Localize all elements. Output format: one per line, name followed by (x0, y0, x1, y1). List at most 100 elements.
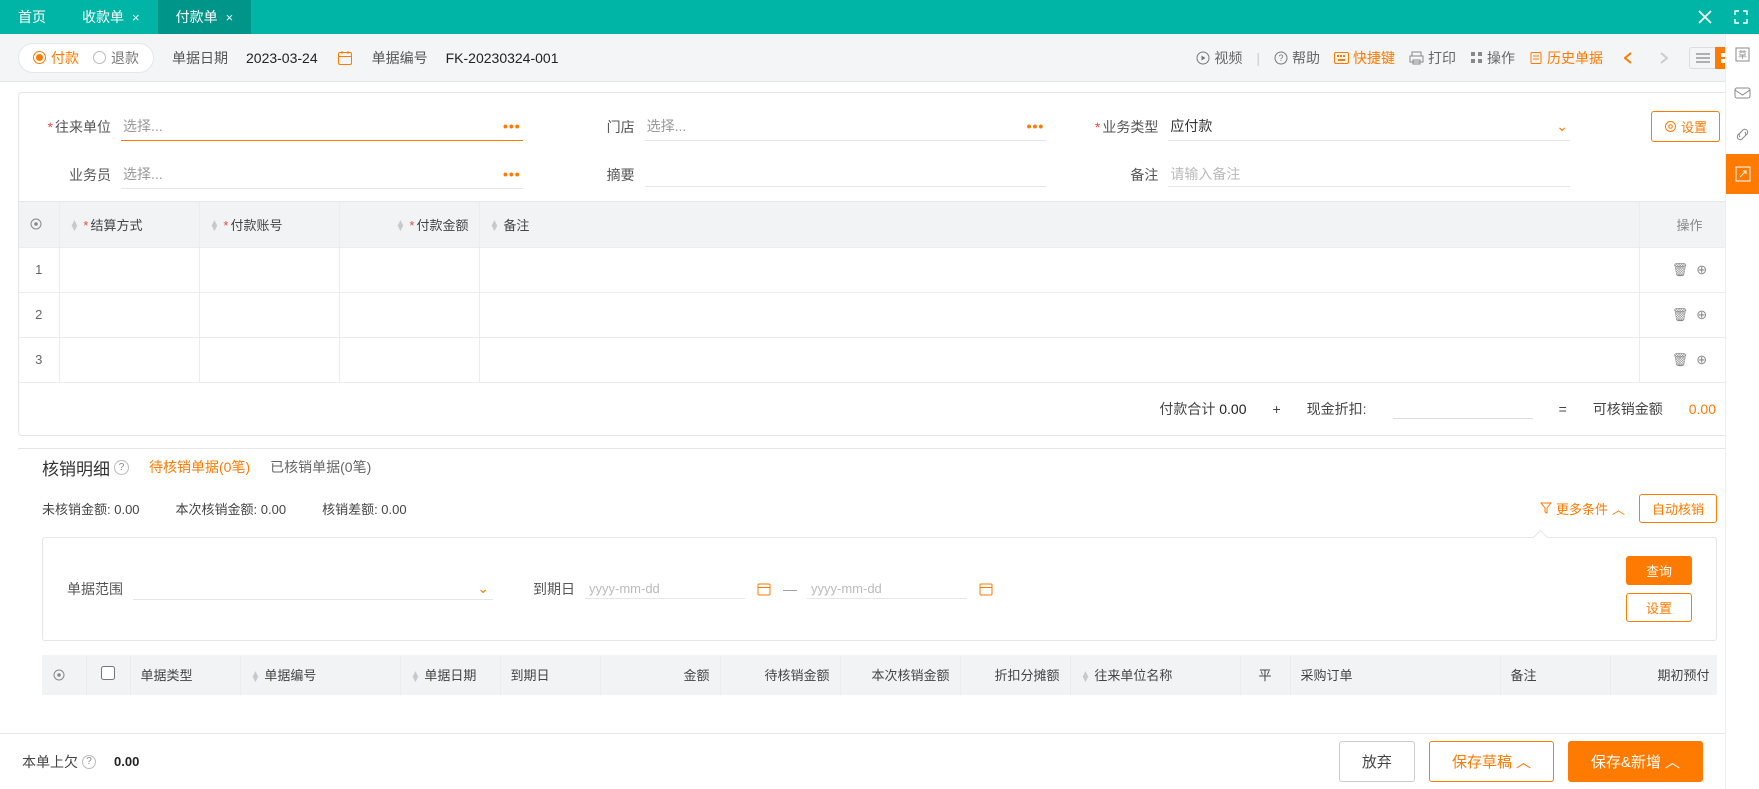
col-remark[interactable]: ▲▼备注 (479, 202, 1640, 247)
col-amount[interactable]: ▲▼*付款金额 (339, 202, 479, 247)
help-icon[interactable]: ? (114, 460, 129, 475)
salesman-input[interactable]: 选择...••• (121, 160, 523, 189)
store-input[interactable]: 选择...••• (645, 112, 1047, 141)
add-row-icon[interactable]: ⊕ (1696, 262, 1707, 277)
owe-value: 0.00 (114, 754, 139, 769)
delete-row-icon[interactable]: 🗑 (1672, 262, 1689, 277)
radio-refund[interactable]: 退款 (93, 48, 139, 68)
salesman-label: 业务员 (69, 167, 111, 183)
col-partner[interactable]: ▲▼往来单位名称 (1070, 655, 1240, 695)
close-all-button[interactable] (1687, 0, 1723, 34)
partner-input[interactable]: 选择...••• (121, 112, 523, 141)
pending-tab[interactable]: 待核销单据(0笔) (149, 457, 250, 477)
chevron-up-icon: ︿ (1612, 499, 1625, 518)
history-label: 历史单据 (1547, 48, 1603, 68)
print-link[interactable]: 打印 (1409, 48, 1456, 68)
remark-input[interactable] (1168, 162, 1570, 187)
duedate-label: 到期日 (533, 579, 575, 599)
discard-button[interactable]: 放弃 (1339, 741, 1415, 782)
owe-label: 本单上欠 (22, 752, 78, 772)
col-remark[interactable]: 备注 (1500, 655, 1610, 695)
col-doctype[interactable]: 单据类型 (130, 655, 240, 695)
col-this-amt[interactable]: 本次核销金额 (840, 655, 960, 695)
close-icon[interactable]: × (226, 10, 234, 25)
biztype-field: *业务类型 应付款⌄ (1086, 112, 1570, 141)
tab-receipts[interactable]: 收款单× (64, 0, 158, 34)
radio-payment[interactable]: 付款 (33, 48, 79, 68)
select-all-header[interactable] (86, 655, 130, 695)
prev-doc-button[interactable] (1617, 47, 1639, 69)
filter-settings-button[interactable]: 设置 (1626, 593, 1692, 622)
toolbar: 付款 退款 单据日期 2023-03-24 单据编号 FK-20230324-0… (0, 34, 1759, 82)
operate-link[interactable]: 操作 (1470, 48, 1515, 68)
payment-lines-table: ▲▼*结算方式 ▲▼*付款账号 ▲▼*付款金额 ▲▼备注 操作 1🗑⊕ 2🗑⊕ … (19, 201, 1740, 383)
biztype-select[interactable]: 应付款⌄ (1168, 112, 1570, 141)
calendar-icon[interactable] (755, 580, 773, 598)
col-discount[interactable]: 折扣分摊额 (960, 655, 1070, 695)
doc-no-label: 单据编号 (372, 48, 428, 68)
table-row[interactable]: 1🗑⊕ (19, 247, 1740, 292)
col-docno[interactable]: ▲▼单据编号 (240, 655, 400, 695)
tab-home[interactable]: 首页 (0, 0, 64, 34)
help-icon[interactable]: ? (82, 755, 96, 769)
col-pending-amt[interactable]: 待核销金额 (720, 655, 840, 695)
cash-discount-label: 现金折扣: (1307, 399, 1367, 419)
writeoff-section: 核销明细? 待核销单据(0笔) 已核销单据(0笔) 未核销金额: 0.00 本次… (18, 448, 1741, 695)
done-tab[interactable]: 已核销单据(0笔) (270, 457, 371, 477)
video-label: 视频 (1214, 48, 1242, 68)
add-row-icon[interactable]: ⊕ (1696, 307, 1707, 322)
col-po[interactable]: 采购订单 (1290, 655, 1500, 695)
select-all-checkbox[interactable] (101, 666, 115, 680)
tab-payments[interactable]: 付款单× (158, 0, 252, 34)
rail-draft-icon[interactable]: 草 (1726, 34, 1759, 74)
calendar-icon[interactable] (977, 580, 995, 598)
range-select[interactable]: ⌄ (133, 578, 493, 600)
rail-message-icon[interactable] (1726, 74, 1759, 114)
settings-button[interactable]: 设置 (1651, 111, 1720, 142)
table-settings-header[interactable] (19, 202, 59, 247)
doc-date-value[interactable]: 2023-03-24 (246, 50, 318, 66)
delete-row-icon[interactable]: 🗑 (1672, 352, 1689, 367)
shortcut-label: 快捷键 (1353, 48, 1395, 68)
view-list-button[interactable] (1689, 47, 1715, 69)
col-duedate[interactable]: 到期日 (500, 655, 600, 695)
col-amount[interactable]: 金额 (600, 655, 720, 695)
save-draft-button[interactable]: 保存草稿︿ (1429, 741, 1554, 782)
add-row-icon[interactable]: ⊕ (1696, 352, 1707, 367)
col-docdate[interactable]: ▲▼单据日期 (400, 655, 500, 695)
more-conditions-link[interactable]: 更多条件︿ (1540, 499, 1625, 518)
summary-label: 摘要 (607, 167, 635, 183)
summary-input[interactable] (645, 162, 1047, 187)
col-prepaid[interactable]: 期初预付 (1610, 655, 1717, 695)
calendar-icon[interactable] (336, 49, 354, 67)
rail-expand-icon[interactable] (1726, 154, 1759, 194)
auto-writeoff-button[interactable]: 自动核销 (1639, 494, 1717, 523)
delete-row-icon[interactable]: 🗑 (1672, 307, 1689, 322)
salesman-field: 业务员 选择...••• (39, 160, 523, 189)
table-settings-header[interactable] (42, 655, 86, 695)
fullscreen-button[interactable] (1723, 0, 1759, 34)
history-link[interactable]: 历史单据 (1529, 48, 1603, 68)
close-icon[interactable]: × (132, 10, 140, 25)
col-account[interactable]: ▲▼*付款账号 (199, 202, 339, 247)
writable-label: 可核销金额 (1593, 399, 1663, 419)
store-label: 门店 (607, 119, 635, 135)
due-start-input[interactable] (585, 579, 745, 599)
pay-refund-toggle: 付款 退款 (18, 43, 154, 73)
rail-link-icon[interactable] (1726, 114, 1759, 154)
video-link[interactable]: 视频 (1196, 48, 1242, 68)
store-field: 门店 选择...••• (563, 112, 1047, 141)
col-settle[interactable]: ▲▼*结算方式 (59, 202, 199, 247)
chevron-down-icon: ⌄ (477, 580, 489, 597)
cash-discount-input[interactable] (1393, 399, 1533, 419)
table-row[interactable]: 3🗑⊕ (19, 337, 1740, 382)
table-row[interactable]: 2🗑⊕ (19, 292, 1740, 337)
shortcut-link[interactable]: 快捷键 (1334, 48, 1395, 68)
next-doc-button[interactable] (1653, 47, 1675, 69)
more-icon: ••• (503, 118, 521, 134)
help-link[interactable]: ?帮助 (1274, 48, 1320, 68)
due-end-input[interactable] (807, 579, 967, 599)
col-ping[interactable]: 平 (1240, 655, 1290, 695)
save-new-button[interactable]: 保存&新增︿ (1568, 741, 1703, 782)
query-button[interactable]: 查询 (1626, 556, 1692, 585)
